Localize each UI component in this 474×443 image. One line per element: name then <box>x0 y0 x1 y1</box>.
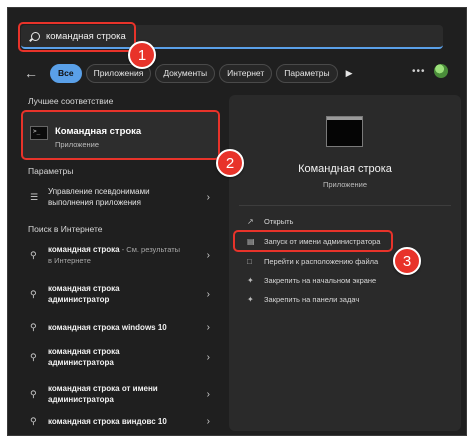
web-result-2[interactable]: ⚲ командная строка администратор › <box>22 281 218 307</box>
action-label: Закрепить на панели задач <box>264 295 360 304</box>
highlight-run-as-admin <box>233 230 393 252</box>
web-result-bold: командная строка <box>48 347 120 356</box>
filter-internet[interactable]: Интернет <box>219 63 273 83</box>
action-label: Открыть <box>264 217 294 226</box>
web-result-bold: командная строка виндовс 10 <box>48 416 167 426</box>
web-result-5[interactable]: ⚲ командная строка от имени администратор… <box>22 381 218 407</box>
pin-icon: ✦ <box>247 295 254 304</box>
filter-settings[interactable]: Параметры <box>276 63 338 83</box>
chevron-right-icon: › <box>206 351 210 363</box>
pin-icon: ✦ <box>247 276 254 285</box>
web-result-sub: администратора <box>48 358 114 367</box>
settings-line1: Управление псевдонимами <box>48 187 150 196</box>
detail-panel: Командная строка Приложение ↗ Открыть ▤ … <box>229 95 461 431</box>
avatar[interactable] <box>434 64 448 78</box>
web-result-suffix: - См. результаты <box>119 245 181 254</box>
search-icon: ⚲ <box>30 415 37 426</box>
detail-type: Приложение <box>323 180 367 189</box>
web-result-1[interactable]: ⚲ командная строка - См. результаты в Инт… <box>22 242 218 268</box>
list-settings-icon: ☰ <box>30 191 39 202</box>
action-open[interactable]: ↗ Открыть <box>247 217 293 226</box>
search-icon: ⚲ <box>30 351 37 362</box>
web-search-heading: Поиск в Интернете <box>28 224 103 234</box>
more-filters-play-icon[interactable]: ▶ <box>346 68 353 79</box>
chevron-right-icon: › <box>206 321 210 333</box>
step-badge-2: 2 <box>216 149 244 177</box>
web-result-sub: в Интернете <box>48 256 91 265</box>
chevron-right-icon: › <box>206 249 210 261</box>
chevron-right-icon: › <box>206 415 210 427</box>
folder-icon: □ <box>247 257 252 266</box>
search-icon: ⚲ <box>30 388 37 399</box>
action-label: Перейти к расположению файла <box>264 257 379 266</box>
web-result-4[interactable]: ⚲ командная строка администратора › <box>22 344 218 370</box>
web-result-bold: командная строка <box>48 284 120 293</box>
chevron-right-icon: › <box>206 388 210 400</box>
back-arrow-icon[interactable]: ← <box>22 64 40 82</box>
web-result-sub: администратора <box>48 395 114 404</box>
best-match-heading: Лучшее соответствие <box>28 96 114 106</box>
open-icon: ↗ <box>247 217 254 226</box>
web-result-bold: командная строка <box>48 245 120 254</box>
step-badge-3: 3 <box>393 247 421 275</box>
web-result-bold: командная строка от имени <box>48 384 158 393</box>
chevron-right-icon: › <box>206 191 210 203</box>
filter-all[interactable]: Все <box>50 63 82 83</box>
settings-item-aliases[interactable]: ☰ Управление псевдонимами выполнения при… <box>22 182 218 212</box>
web-result-sub: администратор <box>48 295 110 304</box>
highlight-best-match <box>21 110 220 160</box>
step-badge-1: 1 <box>128 41 156 69</box>
detail-title: Командная строка <box>298 163 392 175</box>
settings-heading: Параметры <box>28 166 74 176</box>
search-icon: ⚲ <box>30 249 37 260</box>
web-result-3[interactable]: ⚲ командная строка windows 10 › <box>22 320 218 334</box>
action-label: Закрепить на начальном экране <box>264 276 377 285</box>
action-pin-taskbar[interactable]: ✦ Закрепить на панели задач <box>247 295 359 304</box>
filter-documents[interactable]: Документы <box>155 63 216 83</box>
search-icon: ⚲ <box>30 288 37 299</box>
web-result-bold: командная строка windows 10 <box>48 322 167 332</box>
cmd-large-icon <box>326 116 363 147</box>
windows-search-window: командная строка ← Все Приложения Докуме… <box>7 7 467 436</box>
search-icon: ⚲ <box>30 321 37 332</box>
web-result-6[interactable]: ⚲ командная строка виндовс 10 › <box>22 414 218 428</box>
action-open-file-location[interactable]: □ Перейти к расположению файла <box>247 257 378 266</box>
chevron-right-icon: › <box>206 288 210 300</box>
filter-bar: ← Все Приложения Документы Интернет Пара… <box>22 62 352 84</box>
highlight-search <box>18 22 136 52</box>
settings-line2: выполнения приложения <box>48 198 141 207</box>
divider <box>239 205 451 206</box>
action-pin-start[interactable]: ✦ Закрепить на начальном экране <box>247 276 376 285</box>
more-options-icon[interactable]: ••• <box>412 66 426 77</box>
